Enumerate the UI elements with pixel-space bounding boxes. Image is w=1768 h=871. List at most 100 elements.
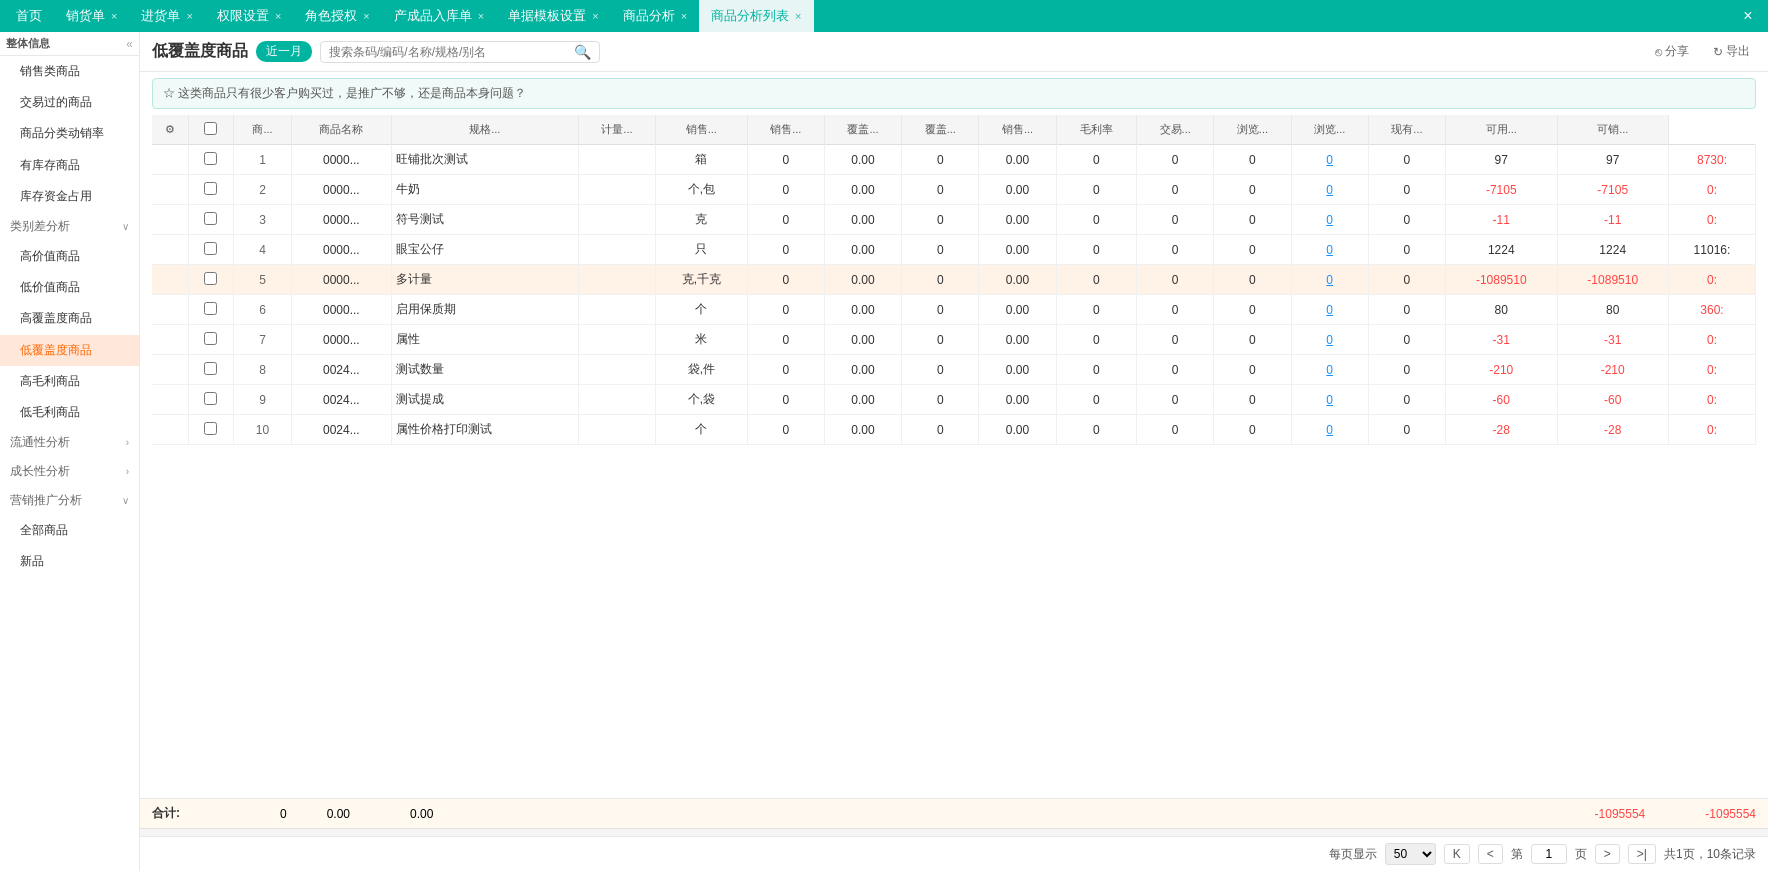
row-settings[interactable]	[152, 355, 188, 385]
sidebar-section-category[interactable]: 类别差分析 ∨	[0, 212, 139, 241]
nav-close-role[interactable]: ×	[363, 0, 369, 32]
row-checkbox[interactable]	[188, 415, 233, 445]
row-sales3: 0	[1056, 355, 1136, 385]
row-settings[interactable]	[152, 145, 188, 175]
row-name: 属性价格打印测试	[391, 415, 578, 445]
prev-page-button[interactable]: <	[1478, 844, 1503, 864]
row-browse1[interactable]: 0	[1291, 145, 1368, 175]
window-close-button[interactable]: ×	[1732, 0, 1764, 32]
nav-close-finished-goods[interactable]: ×	[478, 0, 484, 32]
row-checkbox[interactable]	[188, 235, 233, 265]
nav-item-finished-goods[interactable]: 产成品入库单 ×	[382, 0, 496, 32]
row-unit: 只	[656, 235, 748, 265]
sidebar-item-with-stock[interactable]: 有库存商品	[0, 150, 139, 181]
nav-close-permission[interactable]: ×	[275, 0, 281, 32]
row-select-checkbox[interactable]	[204, 242, 217, 255]
page-number-input[interactable]	[1531, 844, 1567, 864]
row-checkbox[interactable]	[188, 325, 233, 355]
scroll-bar[interactable]	[140, 828, 1768, 836]
sidebar-item-low-coverage[interactable]: 低覆盖度商品	[0, 335, 139, 366]
settings-icon[interactable]: ⚙	[165, 123, 175, 135]
last-page-button[interactable]: >|	[1628, 844, 1656, 864]
row-browse1[interactable]: 0	[1291, 235, 1368, 265]
nav-item-role[interactable]: 角色授权 ×	[293, 0, 381, 32]
nav-close-sales[interactable]: ×	[111, 0, 117, 32]
row-checkbox[interactable]	[188, 385, 233, 415]
row-settings[interactable]	[152, 175, 188, 205]
th-checkbox[interactable]	[188, 115, 233, 145]
nav-item-sales[interactable]: 销货单 ×	[54, 0, 129, 32]
sidebar-item-high-coverage[interactable]: 高覆盖度商品	[0, 303, 139, 334]
row-select-checkbox[interactable]	[204, 182, 217, 195]
nav-close-template[interactable]: ×	[592, 0, 598, 32]
row-select-checkbox[interactable]	[204, 362, 217, 375]
row-settings[interactable]	[152, 385, 188, 415]
sidebar-collapse-icon[interactable]: «	[126, 37, 133, 51]
row-select-checkbox[interactable]	[204, 392, 217, 405]
sidebar-item-low-value[interactable]: 低价值商品	[0, 272, 139, 303]
row-available: -210	[1557, 355, 1668, 385]
first-page-button[interactable]: K	[1444, 844, 1470, 864]
sidebar-item-all-goods[interactable]: 全部商品	[0, 515, 139, 546]
row-browse1[interactable]: 0	[1291, 415, 1368, 445]
row-checkbox[interactable]	[188, 175, 233, 205]
nav-item-home[interactable]: 首页	[4, 0, 54, 32]
sidebar-item-category-turnover[interactable]: 商品分类动销率	[0, 118, 139, 149]
nav-close-product-analysis-list[interactable]: ×	[795, 0, 801, 32]
page-size-select[interactable]: 50 100 200	[1385, 843, 1436, 865]
row-browse1[interactable]: 0	[1291, 205, 1368, 235]
sidebar-section-growth[interactable]: 成长性分析 ›	[0, 457, 139, 486]
export-button[interactable]: ↻ 导出	[1707, 40, 1756, 63]
nav-item-purchase[interactable]: 进货单 ×	[129, 0, 204, 32]
row-browse1[interactable]: 0	[1291, 385, 1368, 415]
row-browse1[interactable]: 0	[1291, 295, 1368, 325]
sidebar-item-sales-goods[interactable]: 销售类商品	[0, 56, 139, 87]
row-num: 5	[233, 265, 291, 295]
row-checkbox[interactable]	[188, 265, 233, 295]
search-input[interactable]	[329, 45, 574, 59]
nav-close-product-analysis[interactable]: ×	[681, 0, 687, 32]
row-select-checkbox[interactable]	[204, 332, 217, 345]
row-checkbox[interactable]	[188, 355, 233, 385]
row-settings[interactable]	[152, 235, 188, 265]
sidebar-section-marketing[interactable]: 营销推广分析 ∨	[0, 486, 139, 515]
row-sales3: 0	[1056, 205, 1136, 235]
nav-item-permission[interactable]: 权限设置 ×	[205, 0, 293, 32]
row-select-checkbox[interactable]	[204, 272, 217, 285]
next-page-button[interactable]: >	[1595, 844, 1620, 864]
row-settings[interactable]	[152, 265, 188, 295]
th-settings[interactable]: ⚙	[152, 115, 188, 145]
row-checkbox[interactable]	[188, 145, 233, 175]
row-checkbox[interactable]	[188, 295, 233, 325]
sidebar-item-high-value[interactable]: 高价值商品	[0, 241, 139, 272]
sidebar-item-traded-goods[interactable]: 交易过的商品	[0, 87, 139, 118]
row-select-checkbox[interactable]	[204, 212, 217, 225]
time-filter-button[interactable]: 近一月	[256, 41, 312, 62]
row-browse1[interactable]: 0	[1291, 265, 1368, 295]
row-browse1[interactable]: 0	[1291, 175, 1368, 205]
sidebar-item-low-margin[interactable]: 低毛利商品	[0, 397, 139, 428]
select-all-checkbox[interactable]	[204, 122, 217, 135]
nav-close-purchase[interactable]: ×	[186, 0, 192, 32]
row-select-checkbox[interactable]	[204, 422, 217, 435]
sidebar-section-liquidity[interactable]: 流通性分析 ›	[0, 428, 139, 457]
search-icon[interactable]: 🔍	[574, 44, 591, 60]
share-button[interactable]: ⎋ 分享	[1649, 40, 1695, 63]
row-checkbox[interactable]	[188, 205, 233, 235]
row-settings[interactable]	[152, 325, 188, 355]
row-browse1[interactable]: 0	[1291, 325, 1368, 355]
sidebar-item-stock-capital[interactable]: 库存资金占用	[0, 181, 139, 212]
row-select-checkbox[interactable]	[204, 302, 217, 315]
nav-item-product-analysis-list[interactable]: 商品分析列表 ×	[699, 0, 813, 32]
row-saleable: 0:	[1668, 175, 1755, 205]
row-settings[interactable]	[152, 295, 188, 325]
row-settings[interactable]	[152, 205, 188, 235]
sidebar-item-high-margin[interactable]: 高毛利商品	[0, 366, 139, 397]
sidebar-item-new-goods[interactable]: 新品	[0, 546, 139, 577]
nav-item-template[interactable]: 单据模板设置 ×	[496, 0, 610, 32]
row-select-checkbox[interactable]	[204, 152, 217, 165]
total-info: 共1页，10条记录	[1664, 846, 1756, 863]
nav-item-product-analysis[interactable]: 商品分析 ×	[611, 0, 699, 32]
row-settings[interactable]	[152, 415, 188, 445]
row-browse1[interactable]: 0	[1291, 355, 1368, 385]
